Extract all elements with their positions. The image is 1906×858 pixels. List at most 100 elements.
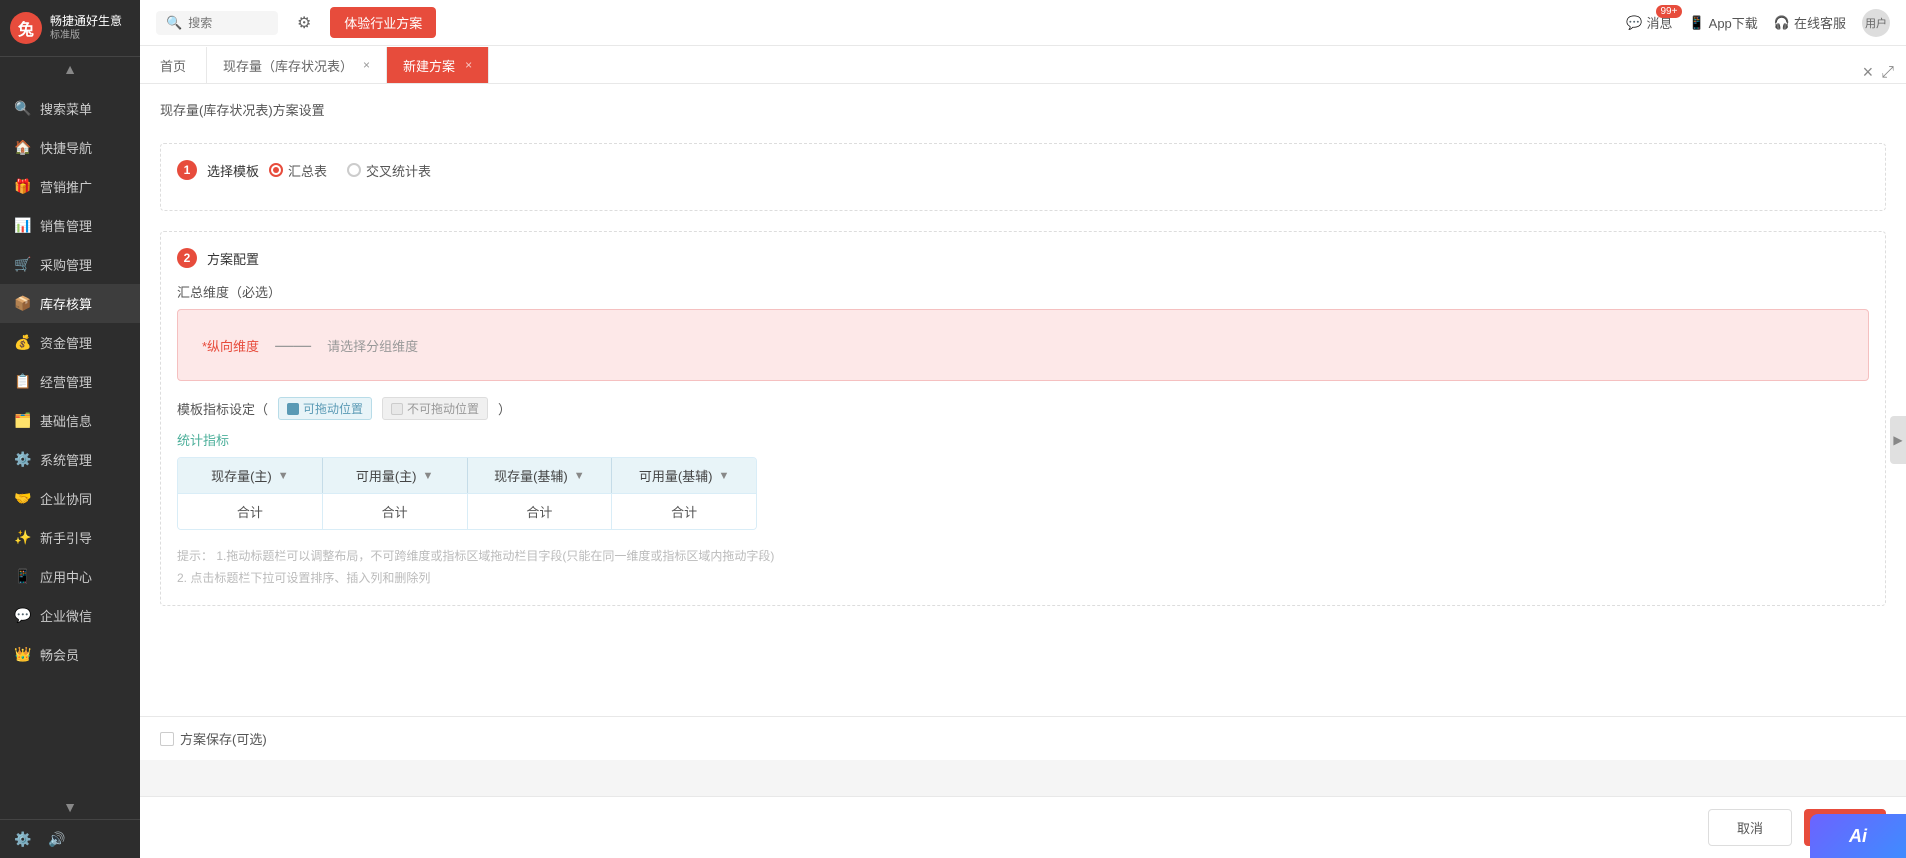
app-download-button[interactable]: 📱 App下载 xyxy=(1688,13,1757,32)
enterprise-wechat-icon: 💬 xyxy=(14,607,32,625)
indicator-config-label: 模板指标设定（ 可拖动位置 不可拖动位置 ） xyxy=(177,397,1869,420)
headset-icon: 🎧 xyxy=(1774,15,1790,31)
online-service-button[interactable]: 🎧 在线客服 xyxy=(1774,13,1846,32)
sidebar-logo: 兔 畅捷通好生意 标准版 xyxy=(0,0,140,57)
quick-nav-icon: 🏠 xyxy=(14,139,32,157)
search-input[interactable] xyxy=(188,16,268,30)
stats-section-label: 统计指标 xyxy=(177,430,1869,449)
sidebar-item-vip[interactable]: 👑 畅会员 xyxy=(0,635,140,674)
stats-cell-0-3: 合计 xyxy=(612,494,756,529)
finance-icon: 💰 xyxy=(14,334,32,352)
scroll-up[interactable]: ▲ xyxy=(0,57,140,81)
inventory-icon: 📦 xyxy=(14,295,32,313)
sidebar-item-sales-label: 销售管理 xyxy=(40,216,92,235)
dim-required-label: 汇总维度（必选） xyxy=(177,282,1869,301)
tab-inventory-status[interactable]: 现存量（库存状况表） × xyxy=(207,47,387,83)
scroll-down[interactable]: ▼ xyxy=(0,795,140,819)
tab-new-plan[interactable]: 新建方案 × xyxy=(387,47,489,83)
step1-section: 1 选择模板 汇总表 交叉统计表 xyxy=(160,143,1886,211)
sidebar-item-enterprise-wechat[interactable]: 💬 企业微信 xyxy=(0,596,140,635)
message-icon: 💬 xyxy=(1626,15,1642,31)
top-header: 🔍 ⚙ 体验行业方案 💬 消息 99+ 📱 App下载 🎧 在线客服 用户 xyxy=(140,0,1906,46)
contracts-icon: 🤝 xyxy=(14,490,32,508)
operations-icon: 📋 xyxy=(14,373,32,391)
sidebar-item-app-center[interactable]: 📱 应用中心 xyxy=(0,557,140,596)
expand-window-icon[interactable]: ⤢ xyxy=(1881,64,1894,82)
col-2-dropdown-icon: ▼ xyxy=(574,470,585,482)
stats-cell-0-0: 合计 xyxy=(178,494,323,529)
window-controls: × ⤢ xyxy=(1863,62,1906,83)
tab-new-plan-close[interactable]: × xyxy=(465,58,472,72)
sidebar-item-marketing-label: 营销推广 xyxy=(40,177,92,196)
basic-info-icon: 🗂️ xyxy=(14,412,32,430)
search-box: 🔍 xyxy=(156,11,278,35)
sidebar-item-quick-nav[interactable]: 🏠 快捷导航 xyxy=(0,128,140,167)
tab-inventory-status-close[interactable]: × xyxy=(363,58,370,72)
dim-selector-area[interactable]: *纵向维度 —— 请选择分组维度 xyxy=(177,309,1869,381)
footer-actions: 取消 查询 xyxy=(140,796,1906,858)
stats-table: 现存量(主) ▼ 可用量(主) ▼ 现存量(基辅) ▼ xyxy=(177,457,757,530)
stats-table-header: 现存量(主) ▼ 可用量(主) ▼ 现存量(基辅) ▼ xyxy=(178,458,756,493)
sidebar-item-new-guide[interactable]: ✨ 新手引导 xyxy=(0,518,140,557)
search-menu-icon: 🔍 xyxy=(14,100,32,118)
stats-table-row-0: 合计 合计 合计 合计 xyxy=(178,493,756,529)
save-plan-checkbox-area[interactable]: 方案保存(可选) xyxy=(160,729,267,748)
radio-cross-circle xyxy=(347,163,361,177)
step1-title: 选择模板 xyxy=(207,161,259,180)
trial-button[interactable]: 体验行业方案 xyxy=(330,7,436,38)
sidebar-item-marketing[interactable]: 🎁 营销推广 xyxy=(0,167,140,206)
sidebar-item-purchase[interactable]: 🛒 采购管理 xyxy=(0,245,140,284)
app-center-icon: 📱 xyxy=(14,568,32,586)
sidebar-item-purchase-label: 采购管理 xyxy=(40,255,92,274)
bottom-bar: 方案保存(可选) xyxy=(140,716,1906,760)
indicator-config-row: 模板指标设定（ 可拖动位置 不可拖动位置 ） 统计指标 xyxy=(177,397,1869,530)
tabs-bar: 首页 现存量（库存状况表） × 新建方案 × × ⤢ xyxy=(140,46,1906,84)
sidebar-item-operations[interactable]: 📋 经营管理 xyxy=(0,362,140,401)
footer-speaker-icon[interactable]: 🔊 xyxy=(48,830,66,848)
step2-title: 方案配置 xyxy=(207,249,259,268)
stats-cell-0-1: 合计 xyxy=(323,494,468,529)
sidebar-item-contracts-label: 企业协同 xyxy=(40,489,92,508)
sidebar-item-enterprise-wechat-label: 企业微信 xyxy=(40,606,92,625)
stats-col-0[interactable]: 现存量(主) ▼ xyxy=(178,458,323,493)
radio-cross[interactable]: 交叉统计表 xyxy=(347,161,431,180)
tip-label: 提示： xyxy=(177,549,213,563)
stats-col-3[interactable]: 可用量(基辅) ▼ xyxy=(612,458,756,493)
sidebar-item-basic-info[interactable]: 🗂️ 基础信息 xyxy=(0,401,140,440)
save-plan-checkbox[interactable] xyxy=(160,732,174,746)
step1-header: 1 选择模板 汇总表 交叉统计表 xyxy=(177,160,1869,180)
col-1-dropdown-icon: ▼ xyxy=(423,470,434,482)
tab-home[interactable]: 首页 xyxy=(140,47,207,83)
app-icon: 📱 xyxy=(1688,15,1704,31)
footer-settings-icon[interactable]: ⚙️ xyxy=(14,830,32,848)
cancel-button[interactable]: 取消 xyxy=(1708,809,1792,846)
sidebar-item-contracts[interactable]: 🤝 企业协同 xyxy=(0,479,140,518)
settings-panel: 现存量(库存状况表)方案设置 1 选择模板 汇总表 交叉统计表 xyxy=(140,84,1906,716)
messages-button[interactable]: 💬 消息 99+ xyxy=(1626,13,1672,32)
radio-summary-label: 汇总表 xyxy=(288,161,327,180)
step2-header: 2 方案配置 xyxy=(177,248,1869,268)
draggable-indicator: 可拖动位置 xyxy=(278,397,372,420)
tip-2: 2. 点击标题栏下拉可设置排序、插入列和删除列 xyxy=(177,568,1869,590)
new-guide-icon: ✨ xyxy=(14,529,32,547)
sidebar-item-finance-label: 资金管理 xyxy=(40,333,92,352)
sidebar-item-inventory[interactable]: 📦 库存核算 xyxy=(0,284,140,323)
sidebar-item-finance[interactable]: 💰 资金管理 xyxy=(0,323,140,362)
radio-summary[interactable]: 汇总表 xyxy=(269,161,327,180)
sidebar-item-inventory-label: 库存核算 xyxy=(40,294,92,313)
ai-float-button[interactable]: Ai xyxy=(1810,814,1906,858)
marketing-icon: 🎁 xyxy=(14,178,32,196)
user-avatar[interactable]: 用户 xyxy=(1862,9,1890,37)
sidebar-item-system[interactable]: ⚙️ 系统管理 xyxy=(0,440,140,479)
stats-col-1[interactable]: 可用量(主) ▼ xyxy=(323,458,468,493)
sidebar-item-search-menu[interactable]: 🔍 搜索菜单 xyxy=(0,89,140,128)
gear-icon[interactable]: ⚙ xyxy=(290,9,318,37)
dim-placeholder: 请选择分组维度 xyxy=(327,336,418,355)
sidebar-item-sales[interactable]: 📊 销售管理 xyxy=(0,206,140,245)
sidebar-item-new-guide-label: 新手引导 xyxy=(40,528,92,547)
right-collapse-button[interactable]: ▶ xyxy=(1890,416,1906,464)
content-area: 现存量(库存状况表)方案设置 1 选择模板 汇总表 交叉统计表 xyxy=(140,84,1906,796)
stats-col-2[interactable]: 现存量(基辅) ▼ xyxy=(468,458,613,493)
template-radio-group: 汇总表 交叉统计表 xyxy=(269,161,431,180)
close-window-icon[interactable]: × xyxy=(1863,62,1874,83)
